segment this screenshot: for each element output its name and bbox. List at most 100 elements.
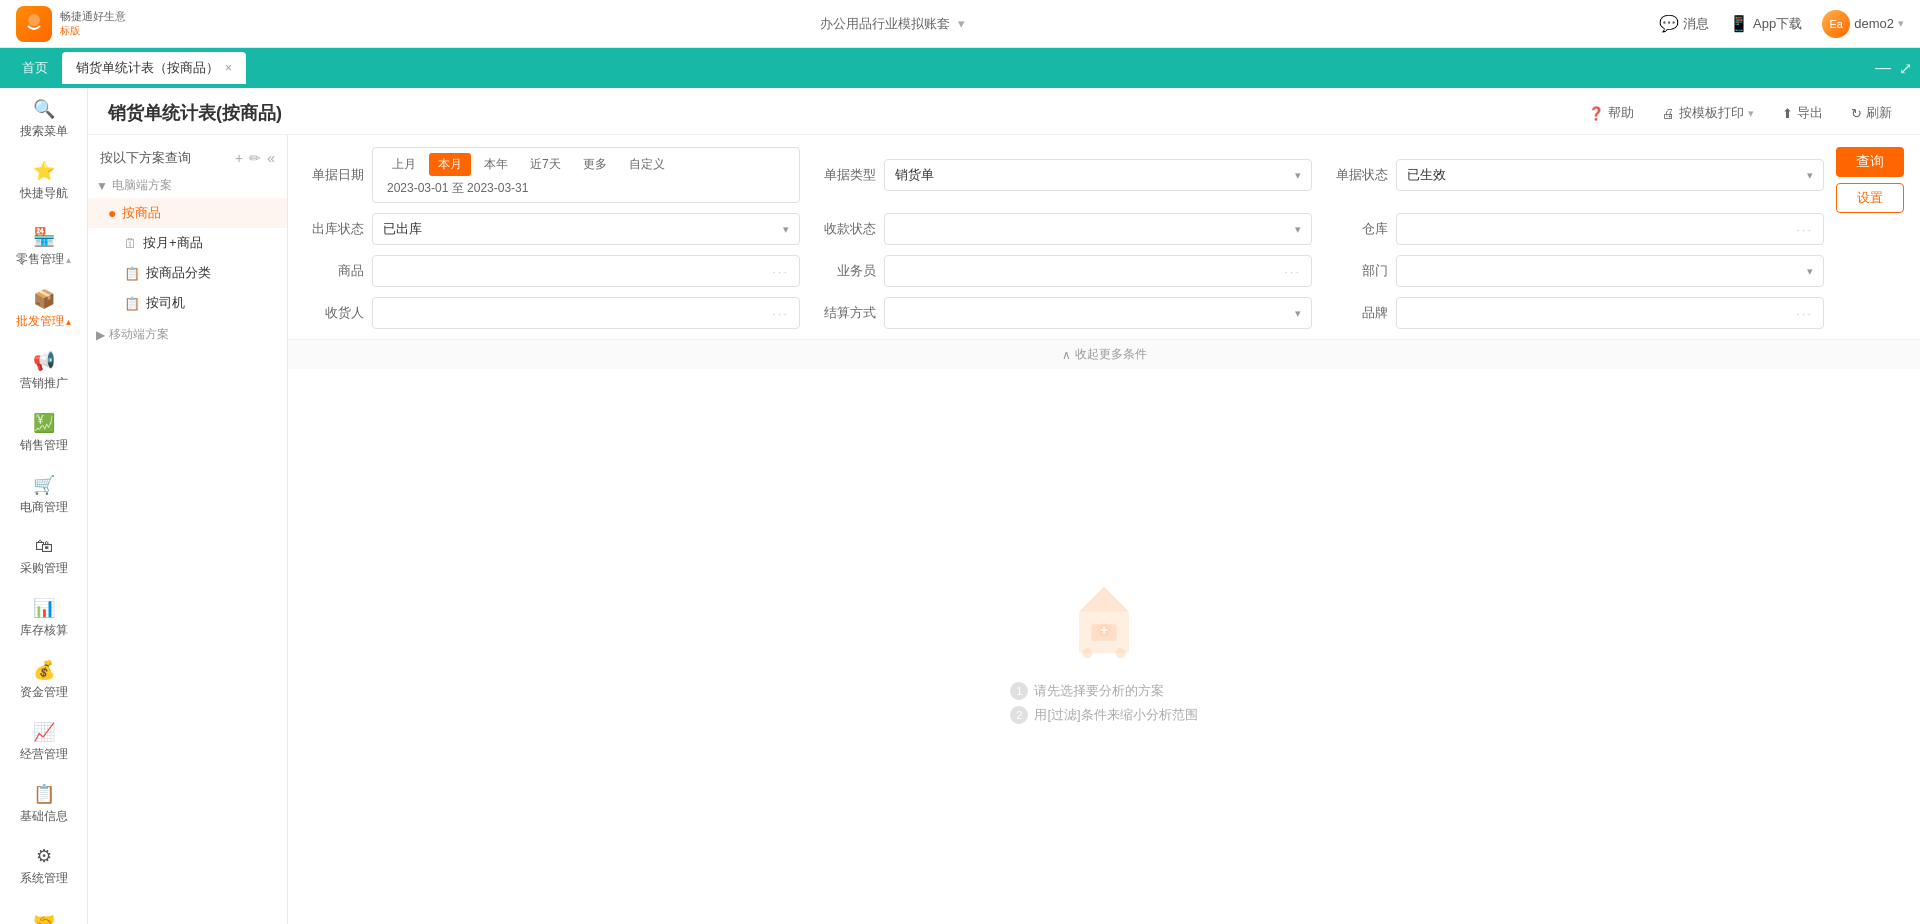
receiver-input[interactable]: ···	[372, 297, 800, 329]
product-input[interactable]: ···	[372, 255, 800, 287]
tree-section-mobile: ▶ 移动端方案	[88, 322, 287, 347]
tab-close-icon[interactable]: ×	[225, 61, 232, 75]
left-panel: 按以下方案查询 + ✏ « ▼ 电脑端方案 ● 按商品	[88, 135, 288, 924]
sidebar-item-finance[interactable]: 💰 资金管理	[0, 649, 87, 711]
svg-point-7	[1082, 648, 1092, 658]
system-icon: ⚙	[36, 845, 52, 867]
export-icon: ⬆	[1782, 106, 1793, 121]
svg-marker-2	[1079, 586, 1129, 611]
refresh-btn[interactable]: ↻ 刷新	[1843, 100, 1900, 126]
collab-icon: 🤝	[33, 911, 55, 924]
filter-brand-field: 品牌 ···	[1328, 297, 1824, 329]
doctype-label: 单据类型	[816, 166, 884, 184]
sidebar-item-collab[interactable]: 🤝 企业协同	[0, 901, 87, 924]
payment-status-input[interactable]: ▾	[884, 213, 1312, 245]
wholesale-icon: 📦	[33, 288, 55, 310]
brand-label: 品牌	[1328, 304, 1396, 322]
basics-icon: 📋	[33, 783, 55, 805]
filter-product-field: 商品 ···	[304, 255, 800, 287]
date-pill-thismonth[interactable]: 本月	[429, 153, 471, 176]
download-icon: 📱	[1729, 14, 1749, 33]
date-input[interactable]: 上月 本月 本年 近7天 更多 自定义 2023-03-01 至 2023-03…	[372, 147, 800, 203]
date-pill-custom[interactable]: 自定义	[620, 153, 674, 176]
filter-payment-status-field: 收款状态 ▾	[816, 213, 1312, 245]
page-actions: ❓ 帮助 🖨 按模板打印 ▾ ⬆ 导出 ↻ 刷新	[1580, 100, 1900, 126]
tree-item-by-product[interactable]: ● 按商品	[88, 198, 287, 228]
filter-warehouse-status-field: 出库状态 已出库 ▾	[304, 213, 800, 245]
add-scheme-icon[interactable]: +	[235, 150, 243, 166]
sidebar-item-purchase[interactable]: 🛍 采购管理	[0, 526, 87, 587]
edit-scheme-icon[interactable]: ✏	[249, 150, 261, 166]
date-label: 单据日期	[304, 166, 372, 184]
tree-item-by-month-product[interactable]: 🗓 按月+商品	[88, 228, 287, 258]
sidebar-item-wholesale[interactable]: 📦 批发管理 ▴	[0, 278, 87, 340]
help-btn[interactable]: ❓ 帮助	[1580, 100, 1642, 126]
sidebar-item-basics[interactable]: 📋 基础信息	[0, 773, 87, 835]
print-btn[interactable]: 🖨 按模板打印 ▾	[1654, 100, 1762, 126]
sidebar-item-sales[interactable]: 💹 销售管理	[0, 402, 87, 464]
sales-icon: 💹	[33, 412, 55, 434]
tab-home[interactable]: 首页	[8, 52, 62, 84]
industry-selector[interactable]: 办公用品行业模拟账套 ▾	[820, 15, 965, 33]
minimize-btn[interactable]: —	[1875, 59, 1891, 77]
sidebar-item-retail[interactable]: 🏪 零售管理 ▴	[0, 216, 87, 278]
main-layout: 🔍 搜索菜单 ⭐ 快捷导航 🏪 零售管理 ▴ 📦 批发管理 ▴ 📢 营销推广	[0, 88, 1920, 924]
docstatus-label: 单据状态	[1328, 166, 1396, 184]
warehousestatus-chevron-icon: ▾	[783, 223, 789, 236]
settings-button[interactable]: 设置	[1836, 183, 1904, 213]
tree-expand-pc-icon[interactable]: ▼	[96, 179, 108, 193]
settle-label: 结算方式	[816, 304, 884, 322]
dept-label: 部门	[1328, 262, 1396, 280]
date-pill-thisyear[interactable]: 本年	[475, 153, 517, 176]
date-pill-lastmonth[interactable]: 上月	[383, 153, 425, 176]
empty-tip-1: 1 请先选择要分析的方案	[1010, 682, 1197, 700]
sidebar-item-quicknav[interactable]: ⭐ 快捷导航	[0, 150, 87, 212]
user-menu[interactable]: Ea demo2 ▾	[1822, 10, 1904, 38]
receiver-dots-icon: ···	[772, 306, 789, 321]
sidebar-item-system[interactable]: ⚙ 系统管理	[0, 835, 87, 897]
dept-chevron-icon: ▾	[1807, 265, 1813, 278]
date-pill-7days[interactable]: 近7天	[521, 153, 570, 176]
doctype-input[interactable]: 销货单 ▾	[884, 159, 1312, 191]
payment-status-label: 收款状态	[816, 220, 884, 238]
message-btn[interactable]: 💬 消息	[1659, 14, 1709, 33]
sidebar-item-marketing[interactable]: 📢 营销推广	[0, 340, 87, 402]
tip-num-1: 1	[1010, 682, 1028, 700]
tree-item-by-category[interactable]: 📋 按商品分类	[88, 258, 287, 288]
logo-area: 畅捷通好生意 标版	[16, 6, 126, 42]
sidebar-item-operations[interactable]: 📈 经营管理	[0, 711, 87, 773]
date-pills: 上月 本月 本年 近7天 更多 自定义	[383, 153, 674, 176]
warehouse-status-input[interactable]: 已出库 ▾	[372, 213, 800, 245]
sidebar-item-search[interactable]: 🔍 搜索菜单	[0, 88, 87, 150]
settle-chevron-icon: ▾	[1295, 307, 1301, 320]
date-pill-more[interactable]: 更多	[574, 153, 616, 176]
message-icon: 💬	[1659, 14, 1679, 33]
docstatus-input[interactable]: 已生效 ▾	[1396, 159, 1824, 191]
settle-input[interactable]: ▾	[884, 297, 1312, 329]
filter-docstatus-field: 单据状态 已生效 ▾	[1328, 147, 1824, 203]
print-dropdown-icon: ▾	[1748, 107, 1754, 120]
quicknav-icon: ⭐	[33, 160, 55, 182]
retail-icon: 🏪	[33, 226, 55, 248]
maximize-btn[interactable]: ⤢	[1899, 59, 1912, 78]
tab-sales-stats[interactable]: 销货单统计表（按商品） ×	[62, 52, 246, 84]
app-download-btn[interactable]: 📱 App下载	[1729, 14, 1802, 33]
left-panel-icons: + ✏ «	[235, 150, 275, 166]
export-btn[interactable]: ⬆ 导出	[1774, 100, 1831, 126]
warehouse-input[interactable]: ···	[1396, 213, 1824, 245]
collapse-bar[interactable]: ∧ 收起更多条件	[288, 339, 1920, 369]
query-button[interactable]: 查询	[1836, 147, 1904, 177]
tree-section-pc: ▼ 电脑端方案	[88, 173, 287, 198]
brand-input[interactable]: ···	[1396, 297, 1824, 329]
tree-expand-mobile-icon[interactable]: ▶	[96, 328, 105, 342]
filter-receiver-field: 收货人 ···	[304, 297, 800, 329]
collapse-panel-icon[interactable]: «	[267, 150, 275, 166]
wholesale-arrow-icon: ▴	[66, 316, 71, 327]
sidebar-item-inventory[interactable]: 📊 库存核算	[0, 587, 87, 649]
tree-item-by-driver[interactable]: 📋 按司机	[88, 288, 287, 318]
product-label: 商品	[304, 262, 372, 280]
sidebar-item-ecommerce[interactable]: 🛒 电商管理	[0, 464, 87, 526]
paymentstatus-chevron-icon: ▾	[1295, 223, 1301, 236]
dept-input[interactable]: ▾	[1396, 255, 1824, 287]
staff-input[interactable]: ···	[884, 255, 1312, 287]
